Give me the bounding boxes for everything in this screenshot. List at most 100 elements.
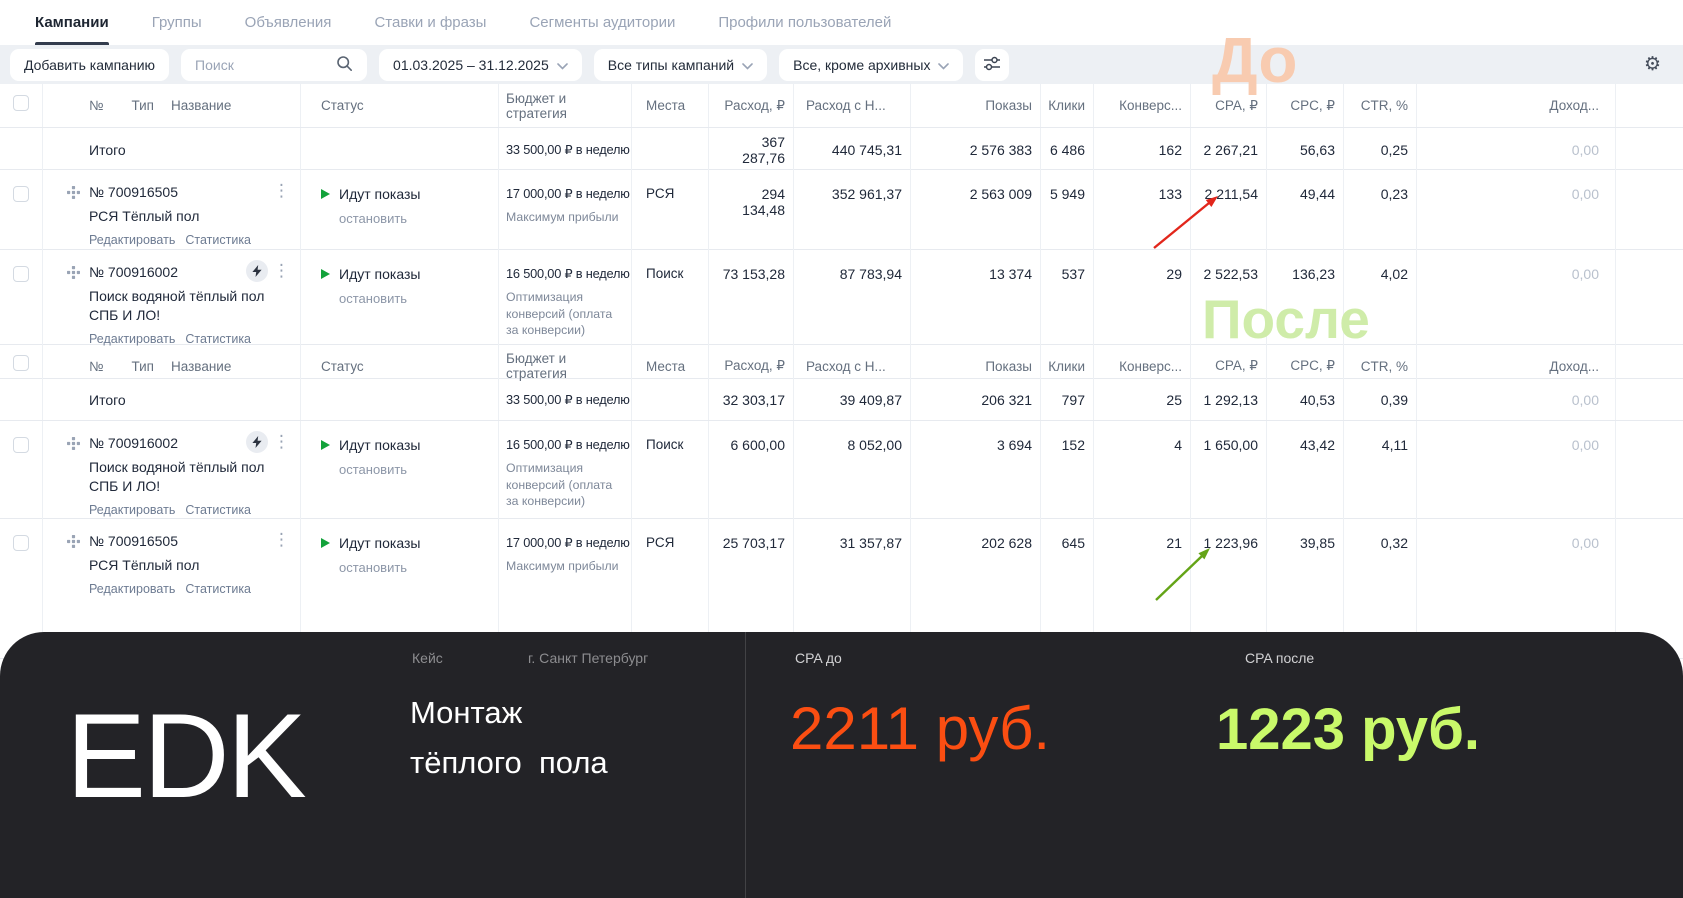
row-checkbox[interactable] [13,535,29,551]
clicks: 5 949 [1040,170,1093,255]
campaign-title[interactable]: Поиск водяной тёплый пол СПБ И ЛО! [89,287,292,325]
campaign-title[interactable]: Поиск водяной тёплый пол СПБ И ЛО! [89,458,292,496]
statistics-link[interactable]: Статистика [185,582,251,596]
kebab-menu-icon[interactable]: ⋮ [273,182,290,199]
revenue: 0,00 [1416,170,1615,255]
campaign-title[interactable]: РСЯ Тёплый пол [89,207,292,226]
places: Поиск [631,421,708,525]
kebab-menu-icon[interactable]: ⋮ [273,262,290,279]
conversions: 29 [1093,250,1190,354]
tab-user-profiles[interactable]: Профили пользователей [718,0,891,45]
conversions: 133 [1093,170,1190,255]
col-budget: Бюджет и стратегия [498,84,631,127]
col-clicks[interactable]: Клики [1040,84,1093,127]
campaign-type-icon [67,265,80,279]
row-checkbox[interactable] [13,437,29,453]
stop-link[interactable]: остановить [339,462,490,477]
totals-row-before: Итого 33 500,00 ₽ в неделю 367 287,76 44… [0,128,1683,172]
select-all-checkbox[interactable] [13,94,29,111]
row-checkbox[interactable] [13,186,29,202]
date-range-select[interactable]: 01.03.2025 – 31.12.2025 [379,48,582,81]
archive-filter-value: Все, кроме архивных [793,56,931,73]
col-ctr[interactable]: CTR, % [1343,84,1416,127]
tab-audience-segments[interactable]: Сегменты аудитории [529,0,675,45]
statistics-link[interactable]: Статистика [185,332,251,346]
tab-campaigns[interactable]: Кампании [35,0,109,45]
col-status: Статус [300,84,498,127]
edit-link[interactable]: Редактировать [89,233,175,247]
budget-value[interactable]: 16 500,00 ₽ в неделю [506,266,630,282]
case-footer: EDK Кейс г. Санкт Петербург Монтаж тёпло… [0,632,1683,898]
page: Кампании Группы Объявления Ставки и фраз… [0,0,1683,898]
col-revenue[interactable]: Доход... [1416,84,1615,127]
select-all-checkbox[interactable] [13,355,29,371]
clicks: 152 [1040,421,1093,525]
cpa-before-label: CPA до [795,650,842,666]
kebab-menu-icon[interactable]: ⋮ [273,433,290,450]
totals-cpa: 2 267,21 [1190,128,1266,172]
campaign-types-select[interactable]: Все типы кампаний [593,48,768,81]
spend-vat: 8 052,00 [793,421,910,525]
stop-link[interactable]: остановить [339,211,490,226]
campaign-type-icon [67,534,80,548]
tab-bids-phrases[interactable]: Ставки и фразы [374,0,486,45]
table-row: № 700916002 Поиск водяной тёплый пол СПБ… [0,250,1683,354]
campaign-title[interactable]: РСЯ Тёплый пол [89,556,292,575]
budget-value[interactable]: 16 500,00 ₽ в неделю [506,437,630,453]
row-checkbox[interactable] [13,266,29,282]
shows: 13 374 [910,250,1040,354]
col-shows[interactable]: Показы [910,84,1040,127]
edit-link[interactable]: Редактировать [89,582,175,596]
strategy: Оптимизация конверсий (оплата за конверс… [506,461,613,509]
col-conversions[interactable]: Конверс... [1093,84,1190,127]
campaign-id[interactable]: № 700916505 [89,184,178,200]
campaign-type-icon [67,185,80,199]
footer-divider [745,632,746,898]
totals-spend: 367 287,76 [708,128,793,172]
stop-link[interactable]: остановить [339,291,490,306]
col-spend[interactable]: Расход, ₽ [708,84,793,127]
archive-filter-select[interactable]: Все, кроме архивных [779,48,964,81]
campaign-id[interactable]: № 700916505 [89,533,178,549]
col-spend-vat[interactable]: Расход с Н... [793,84,910,127]
totals-cpa: 1 292,13 [1190,379,1266,420]
edit-link[interactable]: Редактировать [89,503,175,517]
spend-vat: 352 961,37 [793,170,910,255]
lightning-icon[interactable] [246,260,268,282]
strategy: Максимум прибыли [506,559,619,573]
col-num: № [89,98,104,113]
col-cpa[interactable]: CPA, ₽ [1190,84,1266,127]
play-icon [321,269,330,279]
settings-gear-icon[interactable]: ⚙ [1644,53,1661,76]
statistics-link[interactable]: Статистика [185,503,251,517]
case-label: Кейс [412,650,443,666]
cpc: 43,42 [1266,421,1343,525]
budget-value[interactable]: 17 000,00 ₽ в неделю [506,535,630,551]
play-icon [321,189,330,199]
stop-link[interactable]: остановить [339,560,490,575]
filters-button[interactable] [975,48,1010,81]
search-input[interactable]: Поиск [181,48,368,81]
kebab-menu-icon[interactable]: ⋮ [273,531,290,548]
campaign-id[interactable]: № 700916002 [89,264,178,280]
totals-shows: 206 321 [910,379,1040,420]
status-text: Идут показы [339,186,421,202]
tab-groups[interactable]: Группы [152,0,202,45]
totals-budget: 33 500,00 ₽ в неделю [506,142,630,157]
campaigns-table-before: № Тип Название Статус Бюджет и стратегия… [0,84,1683,354]
totals-cpc: 56,63 [1266,128,1343,172]
ctr: 0,23 [1343,170,1416,255]
totals-cpc: 40,53 [1266,379,1343,420]
places: РСЯ [631,170,708,255]
add-campaign-button[interactable]: Добавить кампанию [10,48,170,81]
brand-logo: EDK [66,689,307,823]
totals-row-after: Итого 33 500,00 ₽ в неделю 32 303,17 39 … [0,379,1683,421]
statistics-link[interactable]: Статистика [185,233,251,247]
budget-value[interactable]: 17 000,00 ₽ в неделю [506,186,630,202]
lightning-icon[interactable] [246,431,268,453]
campaign-id[interactable]: № 700916002 [89,435,178,451]
col-cpc[interactable]: CPC, ₽ [1266,84,1343,127]
edit-link[interactable]: Редактировать [89,332,175,346]
tab-ads[interactable]: Объявления [245,0,332,45]
totals-clicks: 6 486 [1040,128,1093,172]
